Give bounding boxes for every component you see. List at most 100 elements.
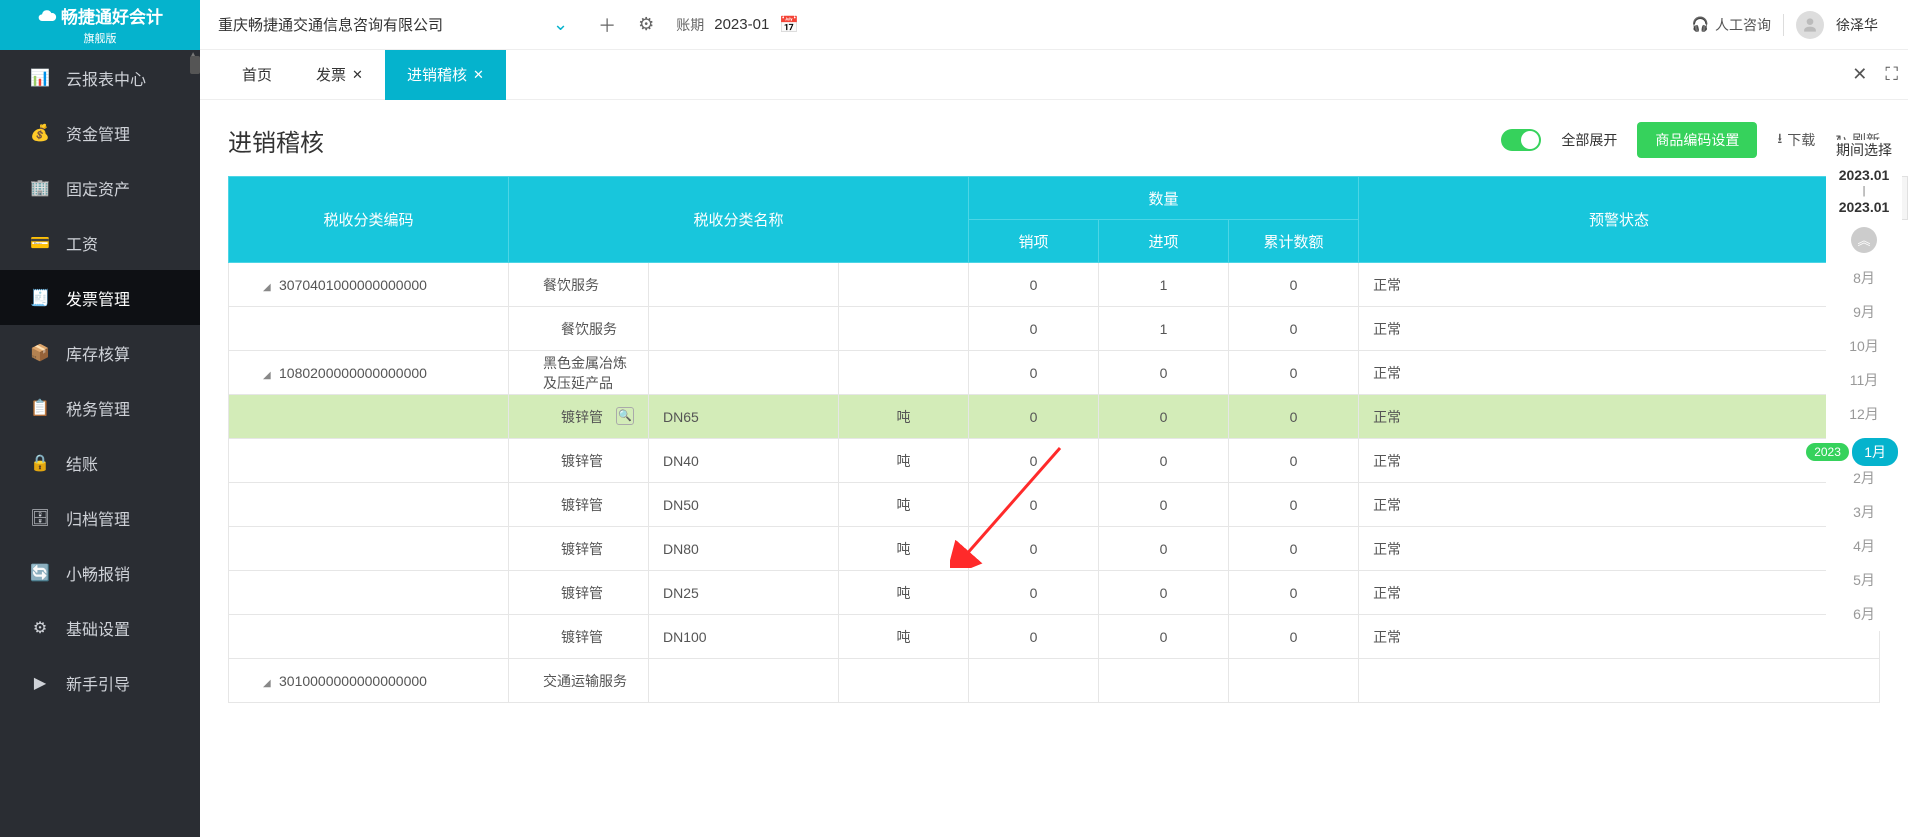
- period-month[interactable]: 10月: [1826, 329, 1902, 363]
- table-row[interactable]: 镀锌管DN25吨000正常: [229, 571, 1880, 615]
- cell-in: 1: [1099, 263, 1229, 307]
- table-row[interactable]: 镀锌管DN40吨000正常: [229, 439, 1880, 483]
- person-icon: [1800, 15, 1820, 35]
- table-row[interactable]: ◢1080200000000000000黑色金属冶炼及压延产品000正常: [229, 351, 1880, 395]
- close-icon[interactable]: ✕: [352, 67, 363, 83]
- cell-out: 0: [969, 395, 1099, 439]
- cell-out: 0: [969, 307, 1099, 351]
- table-row[interactable]: 镀锌管DN50吨000正常: [229, 483, 1880, 527]
- add-icon[interactable]: ＋: [598, 12, 616, 38]
- cell-in: [1099, 659, 1229, 703]
- th-name: 税收分类名称: [509, 178, 968, 262]
- audit-table: 税收分类编码 税收分类名称 数量 预警状态 销项 进项 累计数额 ◢307040…: [228, 176, 1880, 703]
- period-month[interactable]: 2月: [1826, 461, 1902, 495]
- collapse-icon[interactable]: ◢: [263, 370, 273, 381]
- sidebar-item-11[interactable]: ▶新手引导: [0, 655, 200, 710]
- cell-unit: [839, 659, 969, 703]
- table-row[interactable]: 镀锌管DN100吨000正常: [229, 615, 1880, 659]
- cell-in: 0: [1099, 615, 1229, 659]
- table-row[interactable]: 镀锌管🔍DN65吨000正常: [229, 395, 1880, 439]
- period-month[interactable]: 5月: [1826, 563, 1902, 597]
- sidebar-item-2[interactable]: 🏢固定资产: [0, 160, 200, 215]
- period-month[interactable]: 4月: [1826, 529, 1902, 563]
- sidebar-icon: 🏢: [30, 178, 50, 198]
- period-month[interactable]: 12月: [1826, 397, 1902, 431]
- avatar[interactable]: [1796, 11, 1824, 39]
- cell-code: ◢3010000000000000000: [229, 659, 509, 703]
- close-icon[interactable]: ✕: [473, 67, 484, 83]
- sidebar-icon: ▶: [30, 673, 50, 693]
- logo-area: 畅捷通好会计 旗舰版: [0, 0, 200, 50]
- cell-code: ◢1080200000000000000: [229, 351, 509, 395]
- collapse-icon[interactable]: ◢: [263, 282, 273, 293]
- cloud-icon: [37, 6, 57, 26]
- period-month[interactable]: 20231月: [1826, 431, 1902, 461]
- support-link[interactable]: 🎧 人工咨询: [1692, 15, 1771, 35]
- cell-out: 0: [969, 439, 1099, 483]
- support-label: 人工咨询: [1715, 15, 1771, 35]
- cell-spec: DN40: [649, 439, 839, 483]
- tab-0[interactable]: 首页: [220, 50, 294, 100]
- search-icon[interactable]: 🔍: [616, 407, 634, 425]
- collapse-icon[interactable]: ◢: [263, 678, 273, 689]
- cell-spec: DN80: [649, 527, 839, 571]
- sidebar-icon: 🔄: [30, 563, 50, 583]
- th-status: 预警状态: [1359, 178, 1879, 262]
- cell-name: 镀锌管: [509, 527, 649, 571]
- table-row[interactable]: ◢3010000000000000000交通运输服务: [229, 659, 1880, 703]
- gear-icon[interactable]: ⚙: [638, 14, 654, 35]
- sidebar-item-6[interactable]: 📋税务管理: [0, 380, 200, 435]
- sidebar-item-label: 库存核算: [66, 341, 130, 365]
- sidebar: ▲ 📊云报表中心💰资金管理🏢固定资产💳工资🧾发票管理📦库存核算📋税务管理🔒结账🗄…: [0, 50, 200, 837]
- cell-status: [1359, 659, 1880, 703]
- period-month[interactable]: 6月: [1826, 597, 1902, 631]
- sidebar-scrollbar[interactable]: [190, 56, 200, 74]
- table-row[interactable]: 餐饮服务010正常: [229, 307, 1880, 351]
- sidebar-icon: 🔒: [30, 453, 50, 473]
- cell-in: 0: [1099, 483, 1229, 527]
- chevron-down-icon: ⌄: [553, 14, 568, 35]
- sidebar-item-7[interactable]: 🔒结账: [0, 435, 200, 490]
- fullscreen-icon[interactable]: ⛶: [1885, 64, 1898, 85]
- sidebar-item-4[interactable]: 🧾发票管理: [0, 270, 200, 325]
- cell-code: ◢3070401000000000000: [229, 263, 509, 307]
- sidebar-item-3[interactable]: 💳工资: [0, 215, 200, 270]
- table-row[interactable]: ◢3070401000000000000餐饮服务010正常: [229, 263, 1880, 307]
- cell-out: 0: [969, 351, 1099, 395]
- cell-out: [969, 659, 1099, 703]
- calendar-icon[interactable]: 📅: [779, 15, 799, 35]
- download-button[interactable]: ⭳ 下载: [1777, 128, 1815, 152]
- sidebar-item-1[interactable]: 💰资金管理: [0, 105, 200, 160]
- period-panel-title: 期间选择: [1826, 140, 1902, 160]
- cell-unit: 吨: [839, 395, 969, 439]
- tab-1[interactable]: 发票✕: [294, 50, 385, 100]
- sidebar-icon: 💰: [30, 123, 50, 143]
- cell-cum: 0: [1229, 527, 1359, 571]
- sidebar-item-9[interactable]: 🔄 小畅报销: [0, 545, 200, 600]
- period-month[interactable]: 9月: [1826, 295, 1902, 329]
- sidebar-item-5[interactable]: 📦库存核算: [0, 325, 200, 380]
- table-row[interactable]: 镀锌管DN80吨000正常: [229, 527, 1880, 571]
- period-month[interactable]: 3月: [1826, 495, 1902, 529]
- sidebar-item-label: 小畅报销: [66, 561, 130, 585]
- expand-all-toggle[interactable]: [1501, 129, 1541, 151]
- sidebar-item-0[interactable]: 📊云报表中心: [0, 50, 200, 105]
- cell-out: 0: [969, 527, 1099, 571]
- cell-out: 0: [969, 615, 1099, 659]
- cell-unit: [839, 351, 969, 395]
- period-month[interactable]: 8月: [1826, 261, 1902, 295]
- sidebar-item-8[interactable]: 🗄归档管理: [0, 490, 200, 545]
- close-all-tabs-icon[interactable]: ✕: [1852, 64, 1867, 85]
- product-code-settings-button[interactable]: 商品编码设置: [1637, 122, 1757, 158]
- period-to: 2023.01: [1826, 198, 1902, 216]
- company-selector[interactable]: 重庆畅捷通交通信息咨询有限公司 ⌄: [218, 14, 568, 35]
- period-scroll-up[interactable]: ︽: [1851, 227, 1877, 253]
- sidebar-icon: 💳: [30, 233, 50, 253]
- cell-unit: 吨: [839, 527, 969, 571]
- sidebar-item-label: 归档管理: [66, 506, 130, 530]
- period-month[interactable]: 11月: [1826, 363, 1902, 397]
- sidebar-item-10[interactable]: ⚙基础设置: [0, 600, 200, 655]
- cell-in: 0: [1099, 571, 1229, 615]
- cell-name: 镀锌管: [509, 615, 649, 659]
- tab-2[interactable]: 进销稽核✕: [385, 50, 506, 100]
